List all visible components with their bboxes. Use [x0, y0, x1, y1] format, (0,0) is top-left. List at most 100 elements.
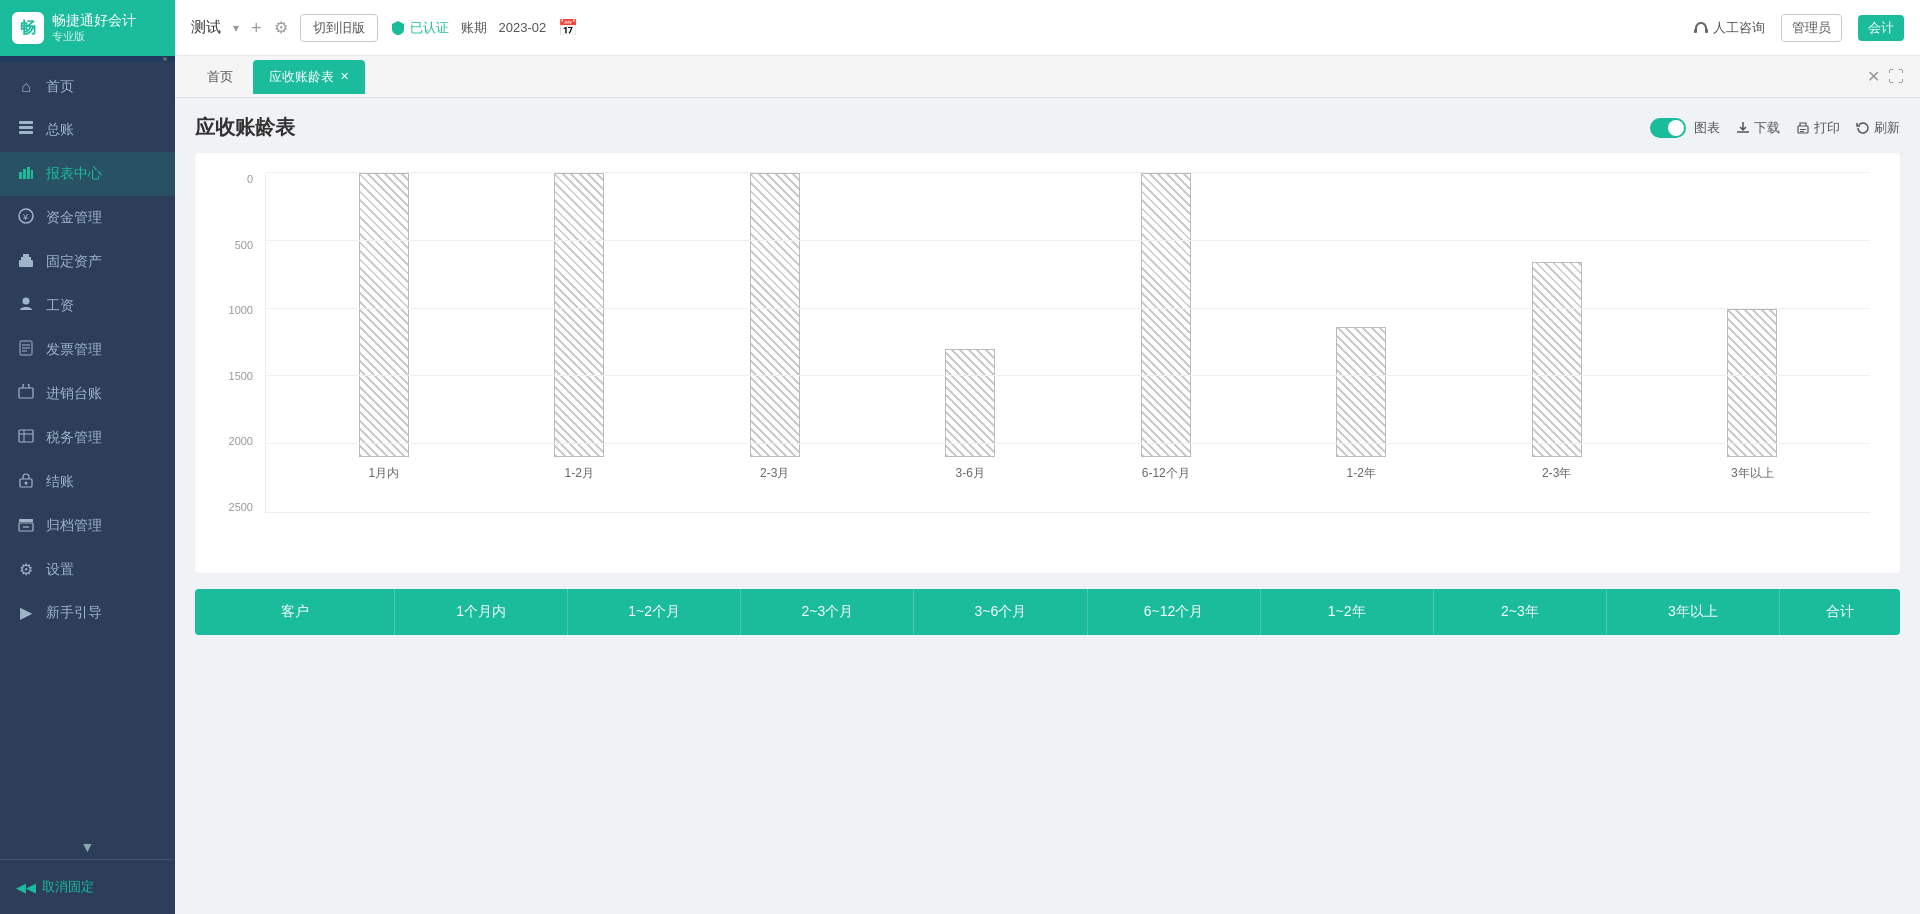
svg-text:¥: ¥ [22, 212, 29, 222]
toggle-track[interactable] [1650, 118, 1686, 138]
tabs-bar: 首页 应收账龄表 ✕ ✕ ⛶ [175, 56, 1920, 98]
wages-icon [16, 296, 36, 316]
sidebar-scroll-down[interactable]: ▼ [81, 839, 95, 855]
calendar-icon[interactable]: 📅 [558, 18, 578, 37]
add-button[interactable]: + [251, 19, 262, 37]
sidebar-item-tax[interactable]: 税务管理 [0, 416, 175, 460]
toggle-thumb [1668, 120, 1684, 136]
sidebar-item-reports[interactable]: 报表中心 [0, 152, 175, 196]
refresh-icon [1856, 121, 1870, 135]
sidebar-item-home[interactable]: ⌂ 首页 [0, 66, 175, 108]
guide-icon: ▶ [16, 603, 36, 622]
report-header: 应收账龄表 图表 下载 [195, 114, 1900, 141]
col-customer: 客户 [195, 589, 395, 635]
col-2-3year: 2~3年 [1434, 589, 1607, 635]
sidebar-item-settings[interactable]: ⚙ 设置 [0, 548, 175, 591]
report-title: 应收账龄表 [195, 114, 295, 141]
main-area: 测试 ▾ + ⚙ 切到旧版 已认证 账期 2023-02 📅 人工咨询 管理员 … [175, 0, 1920, 914]
sidebar-item-guide-label: 新手引导 [46, 604, 102, 622]
sidebar-bottom: ◀◀ 取消固定 [0, 859, 175, 914]
sidebar-item-close[interactable]: 结账 [0, 460, 175, 504]
sidebar-item-capital[interactable]: ¥ 资金管理 [0, 196, 175, 240]
col-1-2month: 1~2个月 [568, 589, 741, 635]
refresh-label: 刷新 [1874, 119, 1900, 137]
svg-rect-26 [1694, 29, 1697, 33]
grid-line-2500 [266, 172, 1870, 173]
y-label-500: 500 [225, 239, 253, 251]
archive-icon [16, 516, 36, 536]
grid-line-1000 [266, 375, 1870, 376]
tab-home[interactable]: 首页 [191, 60, 249, 94]
col-3-6month: 3~6个月 [914, 589, 1087, 635]
sidebar-item-assets-label: 固定资产 [46, 253, 102, 271]
period-label: 账期 [461, 19, 487, 37]
sidebar-nav: ⌂ 首页 总账 报表中心 ¥ 资金管理 [0, 62, 175, 835]
col-total: 合计 [1780, 589, 1900, 635]
print-icon [1796, 121, 1810, 135]
home-icon: ⌂ [16, 78, 36, 96]
download-button[interactable]: 下载 [1736, 119, 1780, 137]
topbar-right: 人工咨询 管理员 会计 [1693, 14, 1904, 42]
tab-aging[interactable]: 应收账龄表 ✕ [253, 60, 365, 94]
chart-toggle[interactable]: 图表 [1650, 118, 1720, 138]
window-expand-button[interactable]: ⛶ [1888, 67, 1904, 86]
svg-rect-11 [23, 254, 29, 258]
col-6-12month: 6~12个月 [1088, 589, 1261, 635]
user-button[interactable]: 管理员 [1781, 14, 1842, 42]
y-label-2000: 2000 [225, 435, 253, 447]
sidebar-item-invoice[interactable]: 发票管理 [0, 328, 175, 372]
sidebar-item-guide[interactable]: ▶ 新手引导 [0, 591, 175, 634]
sales-icon [16, 384, 36, 404]
y-label-0: 0 [225, 173, 253, 185]
grid-line-1500 [266, 308, 1870, 309]
headset-icon [1693, 20, 1709, 36]
tab-close-icon[interactable]: ✕ [340, 70, 349, 83]
sidebar-item-archive[interactable]: 归档管理 [0, 504, 175, 548]
settings-icon: ⚙ [16, 560, 36, 579]
app-edition: 专业版 [52, 29, 136, 44]
dropdown-arrow-icon[interactable]: ▾ [233, 21, 239, 35]
company-name: 测试 [191, 18, 221, 37]
certified-text: 已认证 [410, 19, 449, 37]
svg-rect-29 [1800, 129, 1806, 130]
sidebar-logo: 畅 畅捷通好会计 专业版 [0, 0, 175, 56]
sidebar-item-settings-label: 设置 [46, 561, 74, 579]
svg-rect-0 [19, 121, 33, 124]
invoice-icon [16, 340, 36, 360]
chart-area: 2500 2000 1500 1000 500 0 [225, 173, 1870, 513]
download-icon [1736, 121, 1750, 135]
sidebar-item-wages[interactable]: 工资 [0, 284, 175, 328]
sidebar-item-close-label: 结账 [46, 473, 74, 491]
old-version-button[interactable]: 切到旧版 [300, 14, 378, 42]
chart-body: 1月内 1-2月 2-3月 [265, 173, 1870, 513]
print-button[interactable]: 打印 [1796, 119, 1840, 137]
tab-home-label: 首页 [207, 68, 233, 86]
svg-rect-6 [31, 170, 33, 179]
refresh-button[interactable]: 刷新 [1856, 119, 1900, 137]
svg-point-22 [25, 482, 28, 485]
svg-rect-30 [1800, 131, 1804, 132]
settings-button[interactable]: ⚙ [274, 18, 288, 37]
toggle-label: 图表 [1694, 119, 1720, 137]
role-button[interactable]: 会计 [1858, 15, 1904, 41]
help-button[interactable]: 人工咨询 [1693, 19, 1765, 37]
period-value: 2023-02 [499, 20, 547, 35]
chart-y-axis: 2500 2000 1500 1000 500 0 [225, 173, 265, 513]
y-label-1500: 1500 [225, 370, 253, 382]
close-period-icon [16, 472, 36, 492]
cancel-fixed-button[interactable]: ◀◀ 取消固定 [0, 868, 175, 906]
page-content: 应收账龄表 图表 下载 [175, 98, 1920, 914]
sidebar-item-assets[interactable]: 固定资产 [0, 240, 175, 284]
svg-rect-23 [19, 519, 33, 522]
sidebar-item-home-label: 首页 [46, 78, 74, 96]
sidebar-item-ledger[interactable]: 总账 [0, 108, 175, 152]
sidebar: 畅 畅捷通好会计 专业版 ⌂ 首页 总账 报表中心 [0, 0, 175, 914]
cancel-fixed-label: 取消固定 [42, 878, 94, 896]
window-close-button[interactable]: ✕ [1867, 67, 1880, 86]
table-container: 客户 1个月内 1~2个月 2~3个月 3~6个月 6~12个月 1~2年 2~… [195, 589, 1900, 635]
col-3plus-year: 3年以上 [1607, 589, 1780, 635]
assets-icon [16, 252, 36, 272]
print-label: 打印 [1814, 119, 1840, 137]
col-1month: 1个月内 [395, 589, 568, 635]
sidebar-item-sales[interactable]: 进销台账 [0, 372, 175, 416]
